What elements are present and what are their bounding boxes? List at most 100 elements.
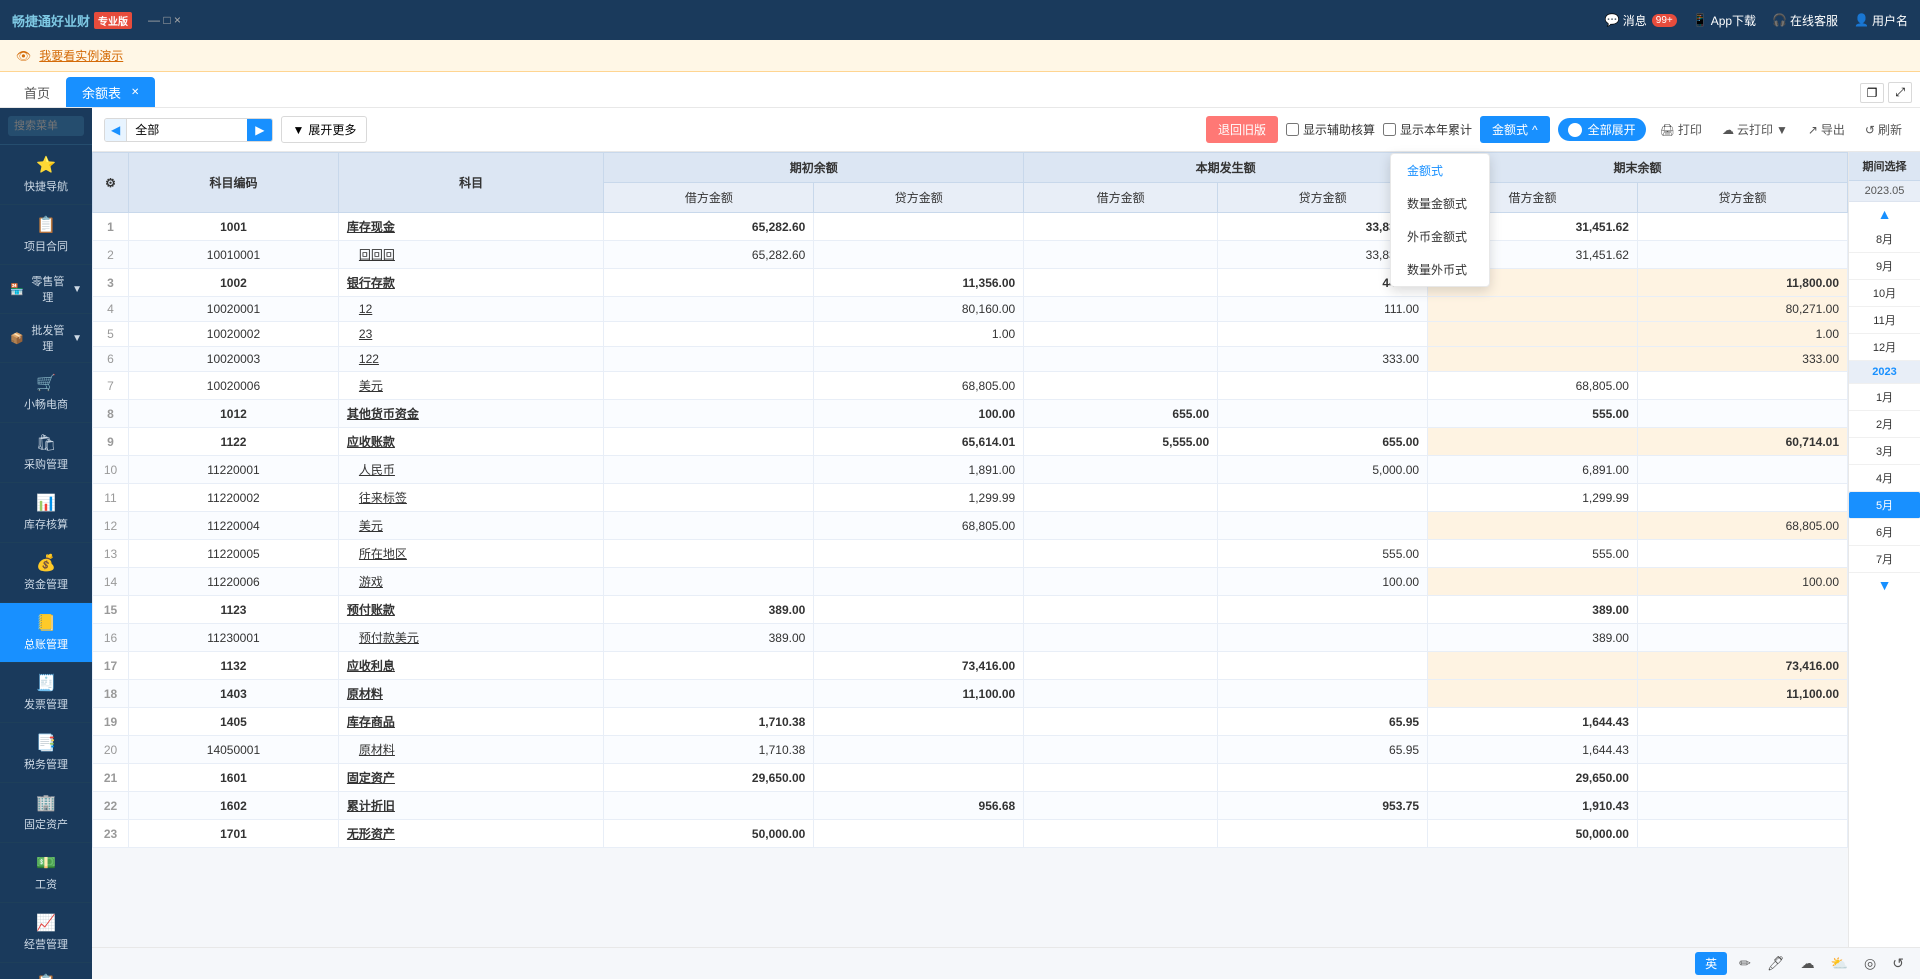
online-service-btn[interactable]: 🎧 在线客服 — [1772, 12, 1838, 29]
period-month-1[interactable]: 1月 — [1849, 384, 1920, 411]
cell-name[interactable]: 应收利息 — [338, 652, 603, 680]
cell-code[interactable]: 14050001 — [129, 736, 339, 764]
cell-name[interactable]: 美元 — [338, 372, 603, 400]
dropdown-item-qty-amount[interactable]: 数量金额式 — [1391, 187, 1489, 220]
cell-code[interactable]: 10020001 — [129, 297, 339, 322]
period-month-2[interactable]: 2月 — [1849, 411, 1920, 438]
cell-code[interactable]: 1701 — [129, 820, 339, 848]
cell-code[interactable]: 11220006 — [129, 568, 339, 596]
period-down-btn[interactable]: ▼ — [1849, 573, 1920, 597]
sidebar-item-project[interactable]: 📋 项目合同 — [0, 205, 92, 265]
cell-code[interactable]: 1601 — [129, 764, 339, 792]
cell-code[interactable]: 1403 — [129, 680, 339, 708]
window-restore-btn[interactable]: ❐ — [1860, 83, 1885, 103]
cell-code[interactable]: 1122 — [129, 428, 339, 456]
search-input[interactable] — [8, 116, 84, 136]
cell-code[interactable]: 11230001 — [129, 624, 339, 652]
sidebar-item-wholesale[interactable]: 📦 批发管理 ▼ — [0, 314, 92, 363]
circle-icon-btn[interactable]: ◎ — [1860, 953, 1880, 974]
cell-name[interactable]: 固定资产 — [338, 764, 603, 792]
cell-name[interactable]: 回回回 — [338, 241, 603, 269]
settings-gear-icon[interactable]: ⚙ — [105, 176, 116, 190]
cell-name[interactable]: 所在地区 — [338, 540, 603, 568]
sidebar-item-inventory[interactable]: 📊 库存核算 — [0, 483, 92, 543]
cell-code[interactable]: 10020006 — [129, 372, 339, 400]
period-month-10[interactable]: 10月 — [1849, 280, 1920, 307]
period-year-label-2023[interactable]: 2023 — [1849, 361, 1920, 384]
refresh-btn[interactable]: ↺ 刷新 — [1859, 117, 1908, 142]
show-year-total-checkbox[interactable]: 显示本年累计 — [1383, 121, 1472, 138]
period-month-9[interactable]: 9月 — [1849, 253, 1920, 280]
dropdown-item-amount[interactable]: 金额式 — [1391, 154, 1489, 187]
cloud-icon-btn[interactable]: ☁ — [1797, 953, 1819, 974]
print-btn[interactable]: 🖨 打印 — [1654, 117, 1708, 142]
cell-name[interactable]: 库存现金 — [338, 213, 603, 241]
cell-name[interactable]: 累计折旧 — [338, 792, 603, 820]
sidebar-item-purchase[interactable]: 🛍 采购管理 — [0, 423, 92, 483]
messages-btn[interactable]: 💬 消息 99+ — [1605, 12, 1677, 29]
period-month-7[interactable]: 7月 — [1849, 546, 1920, 573]
cell-code[interactable]: 11220005 — [129, 540, 339, 568]
cell-name[interactable]: 人民币 — [338, 456, 603, 484]
cell-code[interactable]: 1123 — [129, 596, 339, 624]
cloud-print-btn[interactable]: ☁ 云打印 ▼ — [1716, 117, 1794, 142]
sidebar-item-salary[interactable]: 💵 工资 — [0, 843, 92, 903]
export-btn[interactable]: ↗ 导出 — [1802, 117, 1851, 142]
cell-name[interactable]: 23 — [338, 322, 603, 347]
col-settings-header[interactable]: ⚙ — [93, 153, 129, 213]
cell-code[interactable]: 11220002 — [129, 484, 339, 512]
cell-code[interactable]: 10020002 — [129, 322, 339, 347]
cell-code[interactable]: 1602 — [129, 792, 339, 820]
window-controls[interactable]: — □ × — [148, 13, 181, 27]
dropdown-item-qty-foreign[interactable]: 数量外币式 — [1391, 253, 1489, 286]
cell-code[interactable]: 10020003 — [129, 347, 339, 372]
window-expand-btn[interactable]: ⤢ — [1888, 82, 1912, 103]
period-month-3[interactable]: 3月 — [1849, 438, 1920, 465]
cell-code[interactable]: 11220001 — [129, 456, 339, 484]
period-month-6[interactable]: 6月 — [1849, 519, 1920, 546]
search-fwd-btn[interactable]: ▶ — [247, 119, 272, 141]
cell-code[interactable]: 10010001 — [129, 241, 339, 269]
sidebar-item-ledger[interactable]: 📒 总账管理 — [0, 603, 92, 663]
style-btn[interactable]: 金额式 ^ — [1480, 116, 1550, 143]
edit-icon-btn[interactable]: ✏ — [1735, 953, 1755, 974]
sidebar-item-expense[interactable]: 📋 小畅报销 — [0, 963, 92, 979]
back-to-old-btn[interactable]: 退回旧版 — [1206, 116, 1278, 143]
cell-name[interactable]: 游戏 — [338, 568, 603, 596]
tab-home[interactable]: 首页 — [8, 77, 66, 107]
cell-name[interactable]: 12 — [338, 297, 603, 322]
cell-name[interactable]: 无形资产 — [338, 820, 603, 848]
sidebar-item-finance[interactable]: 💰 资金管理 — [0, 543, 92, 603]
app-download-btn[interactable]: 📱 App下载 — [1693, 12, 1756, 29]
cell-name[interactable]: 银行存款 — [338, 269, 603, 297]
show-auxiliary-checkbox[interactable]: 显示辅助核算 — [1286, 121, 1375, 138]
cloud2-icon-btn[interactable]: ⛅ — [1827, 953, 1852, 974]
period-up-btn[interactable]: ▲ — [1849, 202, 1920, 226]
sidebar-item-tax[interactable]: 📑 税务管理 — [0, 723, 92, 783]
sidebar-item-invoice[interactable]: 🧾 发票管理 — [0, 663, 92, 723]
cell-name[interactable]: 预付账款 — [338, 596, 603, 624]
search-back-btn[interactable]: ◀ — [105, 119, 127, 141]
cell-code[interactable]: 1012 — [129, 400, 339, 428]
sidebar-item-management[interactable]: 📈 经营管理 — [0, 903, 92, 963]
period-month-11[interactable]: 11月 — [1849, 307, 1920, 334]
search-input[interactable] — [127, 119, 247, 141]
cell-name[interactable]: 库存商品 — [338, 708, 603, 736]
cell-code[interactable]: 1405 — [129, 708, 339, 736]
tab-close-btn[interactable]: ✕ — [131, 87, 139, 98]
demo-label[interactable]: 我要看实例演示 — [39, 47, 123, 64]
cell-name[interactable]: 应收账款 — [338, 428, 603, 456]
cell-code[interactable]: 11220004 — [129, 512, 339, 540]
cell-name[interactable]: 原材料 — [338, 680, 603, 708]
sidebar-item-ecommerce[interactable]: 🛒 小畅电商 — [0, 363, 92, 423]
cell-name[interactable]: 122 — [338, 347, 603, 372]
period-month-4[interactable]: 4月 — [1849, 465, 1920, 492]
refresh-small-btn[interactable]: ↺ — [1888, 953, 1908, 974]
expand-more-btn[interactable]: ▼ 展开更多 — [281, 116, 367, 143]
sidebar-item-quick-nav[interactable]: ⭐ 快捷导航 — [0, 145, 92, 205]
sidebar-item-assets[interactable]: 🏢 固定资产 — [0, 783, 92, 843]
period-month-8[interactable]: 8月 — [1849, 226, 1920, 253]
cell-code[interactable]: 1002 — [129, 269, 339, 297]
expand-all-toggle[interactable]: 全部展开 — [1558, 118, 1646, 141]
user-avatar[interactable]: 👤 用户名 — [1854, 12, 1908, 29]
